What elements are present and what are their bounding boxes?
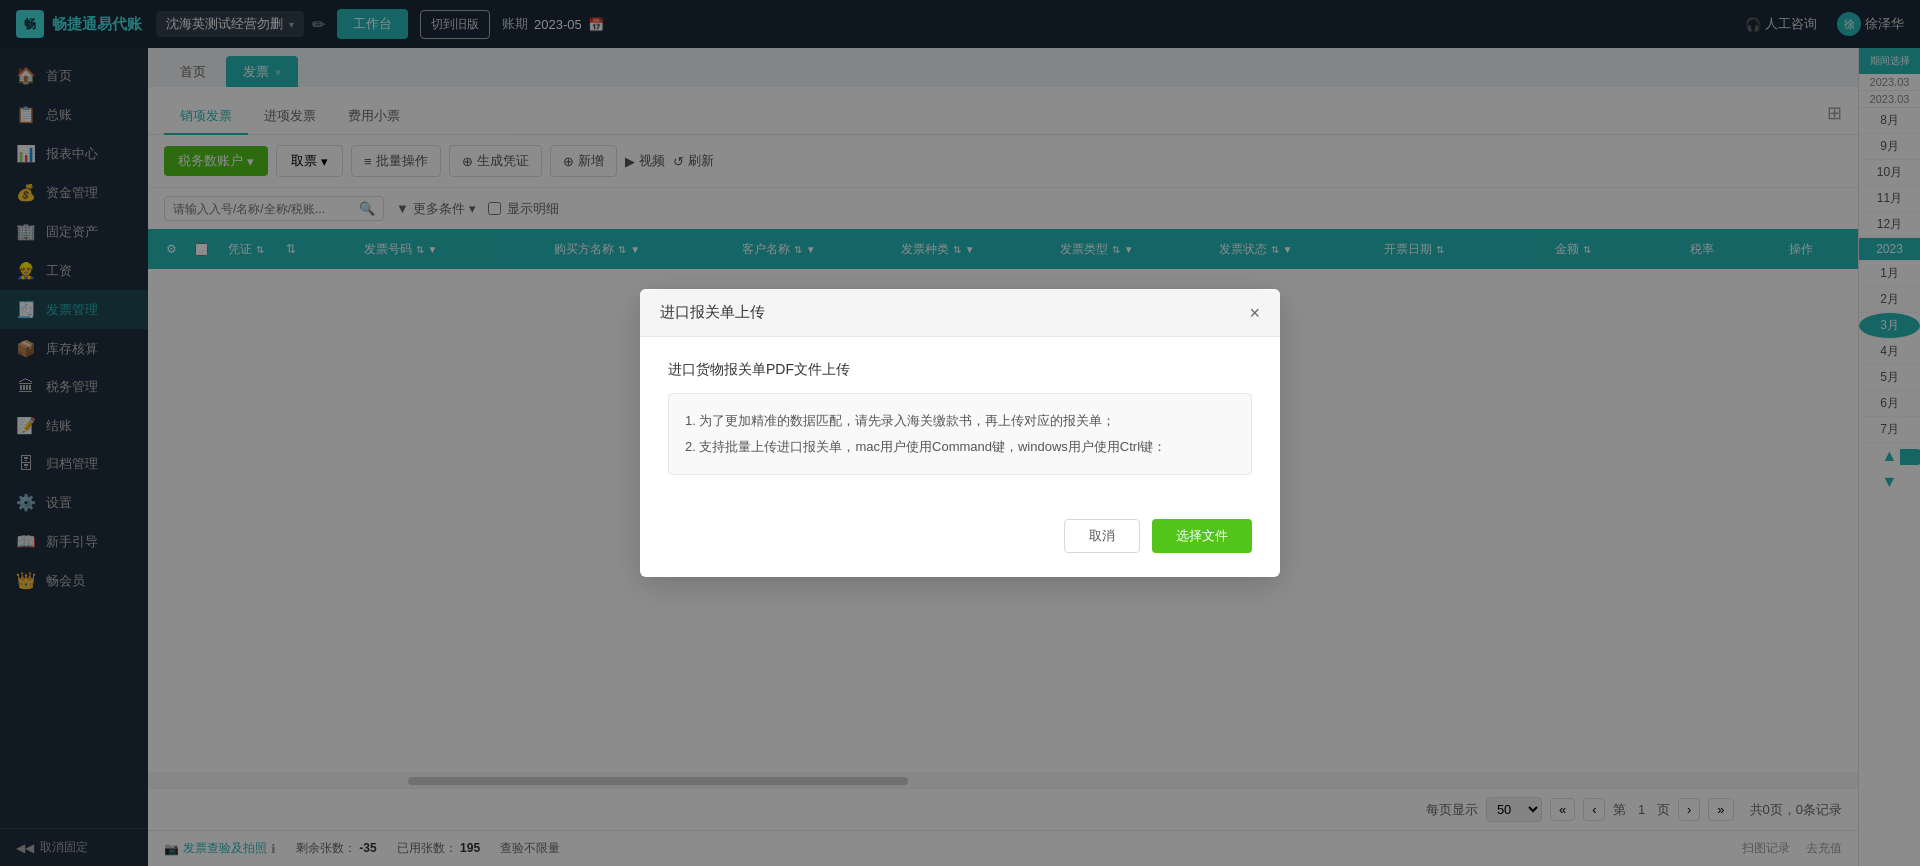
modal-info-line-1: 1. 为了更加精准的数据匹配，请先录入海关缴款书，再上传对应的报关单；	[685, 408, 1235, 434]
modal-header: 进口报关单上传 ×	[640, 289, 1280, 337]
modal-section-title: 进口货物报关单PDF文件上传	[668, 361, 1252, 379]
modal-close-button[interactable]: ×	[1249, 304, 1260, 322]
modal-info-box: 1. 为了更加精准的数据匹配，请先录入海关缴款书，再上传对应的报关单； 2. 支…	[668, 393, 1252, 475]
modal-select-file-button[interactable]: 选择文件	[1152, 519, 1252, 553]
modal-footer: 取消 选择文件	[640, 519, 1280, 577]
import-customs-modal: 进口报关单上传 × 进口货物报关单PDF文件上传 1. 为了更加精准的数据匹配，…	[640, 289, 1280, 577]
modal-cancel-button[interactable]: 取消	[1064, 519, 1140, 553]
modal-info-line-2: 2. 支持批量上传进口报关单，mac用户使用Command键，windows用户…	[685, 434, 1235, 460]
modal-overlay: 进口报关单上传 × 进口货物报关单PDF文件上传 1. 为了更加精准的数据匹配，…	[0, 0, 1920, 866]
modal-title: 进口报关单上传	[660, 303, 765, 322]
modal-body: 进口货物报关单PDF文件上传 1. 为了更加精准的数据匹配，请先录入海关缴款书，…	[640, 337, 1280, 519]
